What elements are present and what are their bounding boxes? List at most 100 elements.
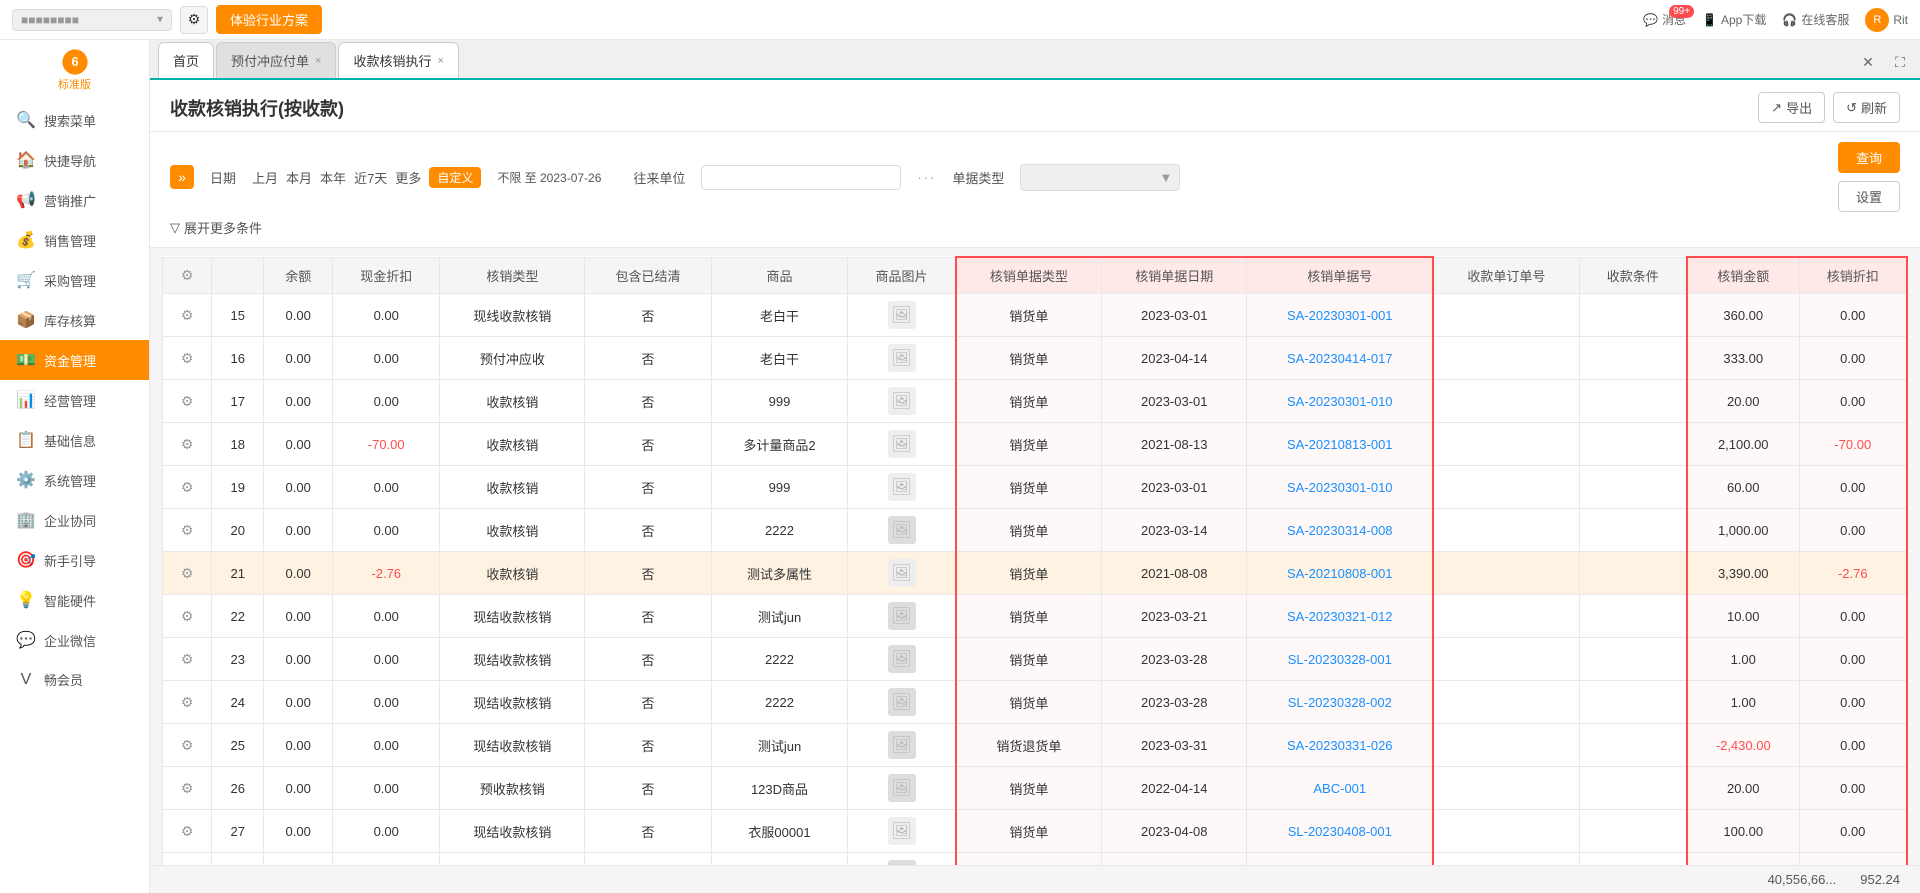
cell-goodsImg: 🖼 — [848, 466, 956, 509]
row-settings-icon[interactable]: ⚙ — [181, 350, 194, 366]
bill-no-link[interactable]: SL-20230328-002 — [1288, 695, 1392, 710]
col-settings-icon[interactable]: ⚙ — [181, 267, 194, 283]
export-btn[interactable]: ↗ 导出 — [1758, 92, 1825, 123]
page-content: 收款核销执行(按收款) ↗ 导出 ↺ 刷新 » 日期 — [150, 80, 1920, 893]
row-settings-icon[interactable]: ⚙ — [181, 780, 194, 796]
sidebar-item-inventory[interactable]: 📦库存核算 — [0, 300, 149, 340]
table-row[interactable]: ⚙270.000.00现结收款核销否衣服00001🖼销货单2023-04-08S… — [163, 810, 1908, 853]
maximize-btn[interactable]: ⛶ — [1888, 50, 1912, 74]
app-download-btn[interactable]: 📱 App下载 — [1702, 11, 1766, 28]
sidebar-item-quicknav[interactable]: 🏠快捷导航 — [0, 140, 149, 180]
filter-settings-btn[interactable]: 设置 — [1838, 181, 1900, 212]
sidebar-item-finance[interactable]: 💵资金管理 — [0, 340, 149, 380]
tab-home[interactable]: 首页 — [158, 42, 214, 78]
bill-type-select[interactable] — [1020, 164, 1180, 191]
row-settings-icon[interactable]: ⚙ — [181, 694, 194, 710]
row-settings-icon[interactable]: ⚙ — [181, 651, 194, 667]
row-settings-icon[interactable]: ⚙ — [181, 823, 194, 839]
industry-btn[interactable]: 体验行业方案 — [216, 5, 322, 34]
bill-no-link[interactable]: SA-20230321-012 — [1287, 609, 1393, 624]
row-settings-icon[interactable]: ⚙ — [181, 608, 194, 624]
date-custom-badge[interactable]: 自定义 — [429, 167, 481, 188]
bill-no-link[interactable]: ABC-001 — [1313, 781, 1366, 796]
table-row[interactable]: ⚙170.000.00收款核销否999🖼销货单2023-03-01SA-2023… — [163, 380, 1908, 423]
table-row[interactable]: ⚙280.000.00现结收款核销否2222🖼销货单2023-04-18SL-2… — [163, 853, 1908, 866]
date-this-month[interactable]: 本月 — [286, 168, 312, 187]
user-area[interactable]: R Rit — [1865, 8, 1908, 32]
date-more[interactable]: 更多 — [395, 168, 421, 187]
bill-no-link[interactable]: SA-20230314-008 — [1287, 523, 1393, 538]
row-settings-icon[interactable]: ⚙ — [181, 436, 194, 452]
table-row[interactable]: ⚙260.000.00预收款核销否123D商品🖼销货单2022-04-14ABC… — [163, 767, 1908, 810]
row-settings-icon[interactable]: ⚙ — [181, 522, 194, 538]
table-row[interactable]: ⚙240.000.00现结收款核销否2222🖼销货单2023-03-28SL-2… — [163, 681, 1908, 724]
cell-billNo: SA-20230314-008 — [1247, 509, 1433, 552]
table-row[interactable]: ⚙150.000.00现线收款核销否老白干🖼销货单2023-03-01SA-20… — [163, 294, 1908, 337]
table-container[interactable]: ⚙余额现金折扣核销类型包含已结清商品商品图片核销单据类型核销单据日期核销单据号收… — [150, 248, 1920, 865]
cell-billType: 销货单 — [956, 552, 1102, 595]
date-this-year[interactable]: 本年 — [320, 168, 346, 187]
date-last-month[interactable]: 上月 — [252, 168, 278, 187]
filter-toggle-btn[interactable]: » — [170, 165, 194, 189]
bill-no-link[interactable]: SA-20230301-010 — [1287, 394, 1393, 409]
bill-no-link[interactable]: SA-20210813-001 — [1287, 437, 1393, 452]
bill-no-link[interactable]: SA-20230414-017 — [1287, 351, 1393, 366]
table-row[interactable]: ⚙200.000.00收款核销否2222🖼销货单2023-03-14SA-202… — [163, 509, 1908, 552]
sidebar-item-sales[interactable]: 💰销售管理 — [0, 220, 149, 260]
date-7days[interactable]: 近7天 — [354, 168, 387, 187]
tab-prepay[interactable]: 预付冲应付单× — [216, 42, 336, 78]
bill-no-link[interactable]: SL-20230408-001 — [1288, 824, 1392, 839]
refresh-btn[interactable]: ↺ 刷新 — [1833, 92, 1900, 123]
expand-more-btn[interactable]: ▽ 展开更多条件 — [170, 218, 1900, 237]
close-tab-btn[interactable]: ✕ — [1856, 50, 1880, 74]
bill-no-link[interactable]: SA-20230301-001 — [1287, 308, 1393, 323]
main-layout: 6 标准版 🔍搜索菜单🏠快捷导航📢营销推广💰销售管理🛒采购管理📦库存核算💵资金管… — [0, 40, 1920, 893]
sidebar-item-basic[interactable]: 📋基础信息 — [0, 420, 149, 460]
sidebar-item-enterprise[interactable]: 🏢企业协同 — [0, 500, 149, 540]
table-row[interactable]: ⚙230.000.00现结收款核销否2222🖼销货单2023-03-28SL-2… — [163, 638, 1908, 681]
online-service-btn[interactable]: 🎧 在线客服 — [1782, 11, 1849, 28]
table-row[interactable]: ⚙180.00-70.00收款核销否多计量商品2🖼销货单2021-08-13SA… — [163, 423, 1908, 466]
query-btn[interactable]: 查询 — [1838, 142, 1900, 173]
bill-no-link[interactable]: SL-20230328-001 — [1288, 652, 1392, 667]
sidebar-menu: 🔍搜索菜单🏠快捷导航📢营销推广💰销售管理🛒采购管理📦库存核算💵资金管理📊经营管理… — [0, 100, 149, 699]
dots-btn[interactable]: ··· — [917, 170, 936, 185]
cell-receiptCondition — [1579, 380, 1687, 423]
row-settings-icon[interactable]: ⚙ — [181, 479, 194, 495]
table-row[interactable]: ⚙160.000.00预付冲应收否老白干🖼销货单2023-04-14SA-202… — [163, 337, 1908, 380]
table-row[interactable]: ⚙210.00-2.76收款核销否测试多属性🖼销货单2021-08-08SA-2… — [163, 552, 1908, 595]
cell-billDate: 2023-03-01 — [1102, 294, 1247, 337]
row-settings-icon[interactable]: ⚙ — [181, 565, 194, 581]
sidebar-item-system[interactable]: ⚙️系统管理 — [0, 460, 149, 500]
row-settings-icon[interactable]: ⚙ — [181, 307, 194, 323]
sidebar-item-operations[interactable]: 📊经营管理 — [0, 380, 149, 420]
row-settings-icon[interactable]: ⚙ — [181, 737, 194, 753]
cell-billDate: 2023-03-21 — [1102, 595, 1247, 638]
cell-cashDiscount: 0.00 — [333, 380, 440, 423]
cell-goodsImg: 🖼 — [848, 509, 956, 552]
table-row[interactable]: ⚙190.000.00收款核销否999🖼销货单2023-03-01SA-2023… — [163, 466, 1908, 509]
cell-receiptCondition — [1579, 724, 1687, 767]
bill-no-link[interactable]: SA-20230301-010 — [1287, 480, 1393, 495]
bill-no-link[interactable]: SA-20230331-026 — [1287, 738, 1393, 753]
sidebar-item-wechat[interactable]: 💬企业微信 — [0, 620, 149, 660]
from-unit-input[interactable] — [701, 165, 901, 190]
sidebar-item-purchase[interactable]: 🛒采购管理 — [0, 260, 149, 300]
address-bar[interactable]: ■■■■■■■■ — [12, 9, 172, 31]
sidebar-item-hardware[interactable]: 💡智能硬件 — [0, 580, 149, 620]
settings-btn[interactable]: ⚙ — [180, 6, 208, 34]
tab-close-collect[interactable]: × — [437, 55, 443, 67]
table-row[interactable]: ⚙220.000.00现结收款核销否测试jun🖼销货单2023-03-21SA-… — [163, 595, 1908, 638]
cell-settings: ⚙ — [163, 509, 212, 552]
sidebar-item-member[interactable]: V畅会员 — [0, 660, 149, 699]
tab-collect[interactable]: 收款核销执行× — [338, 42, 458, 78]
sidebar-item-marketing[interactable]: 📢营销推广 — [0, 180, 149, 220]
negative-value: -2,430.00 — [1716, 738, 1771, 753]
sidebar-item-search[interactable]: 🔍搜索菜单 — [0, 100, 149, 140]
tab-close-prepay[interactable]: × — [315, 55, 321, 67]
bill-no-link[interactable]: SA-20210808-001 — [1287, 566, 1393, 581]
sidebar-item-newbie[interactable]: 🎯新手引导 — [0, 540, 149, 580]
table-row[interactable]: ⚙250.000.00现结收款核销否测试jun🖼销货退货单2023-03-31S… — [163, 724, 1908, 767]
message-btn[interactable]: 💬 消息 99+ — [1643, 11, 1686, 28]
row-settings-icon[interactable]: ⚙ — [181, 393, 194, 409]
